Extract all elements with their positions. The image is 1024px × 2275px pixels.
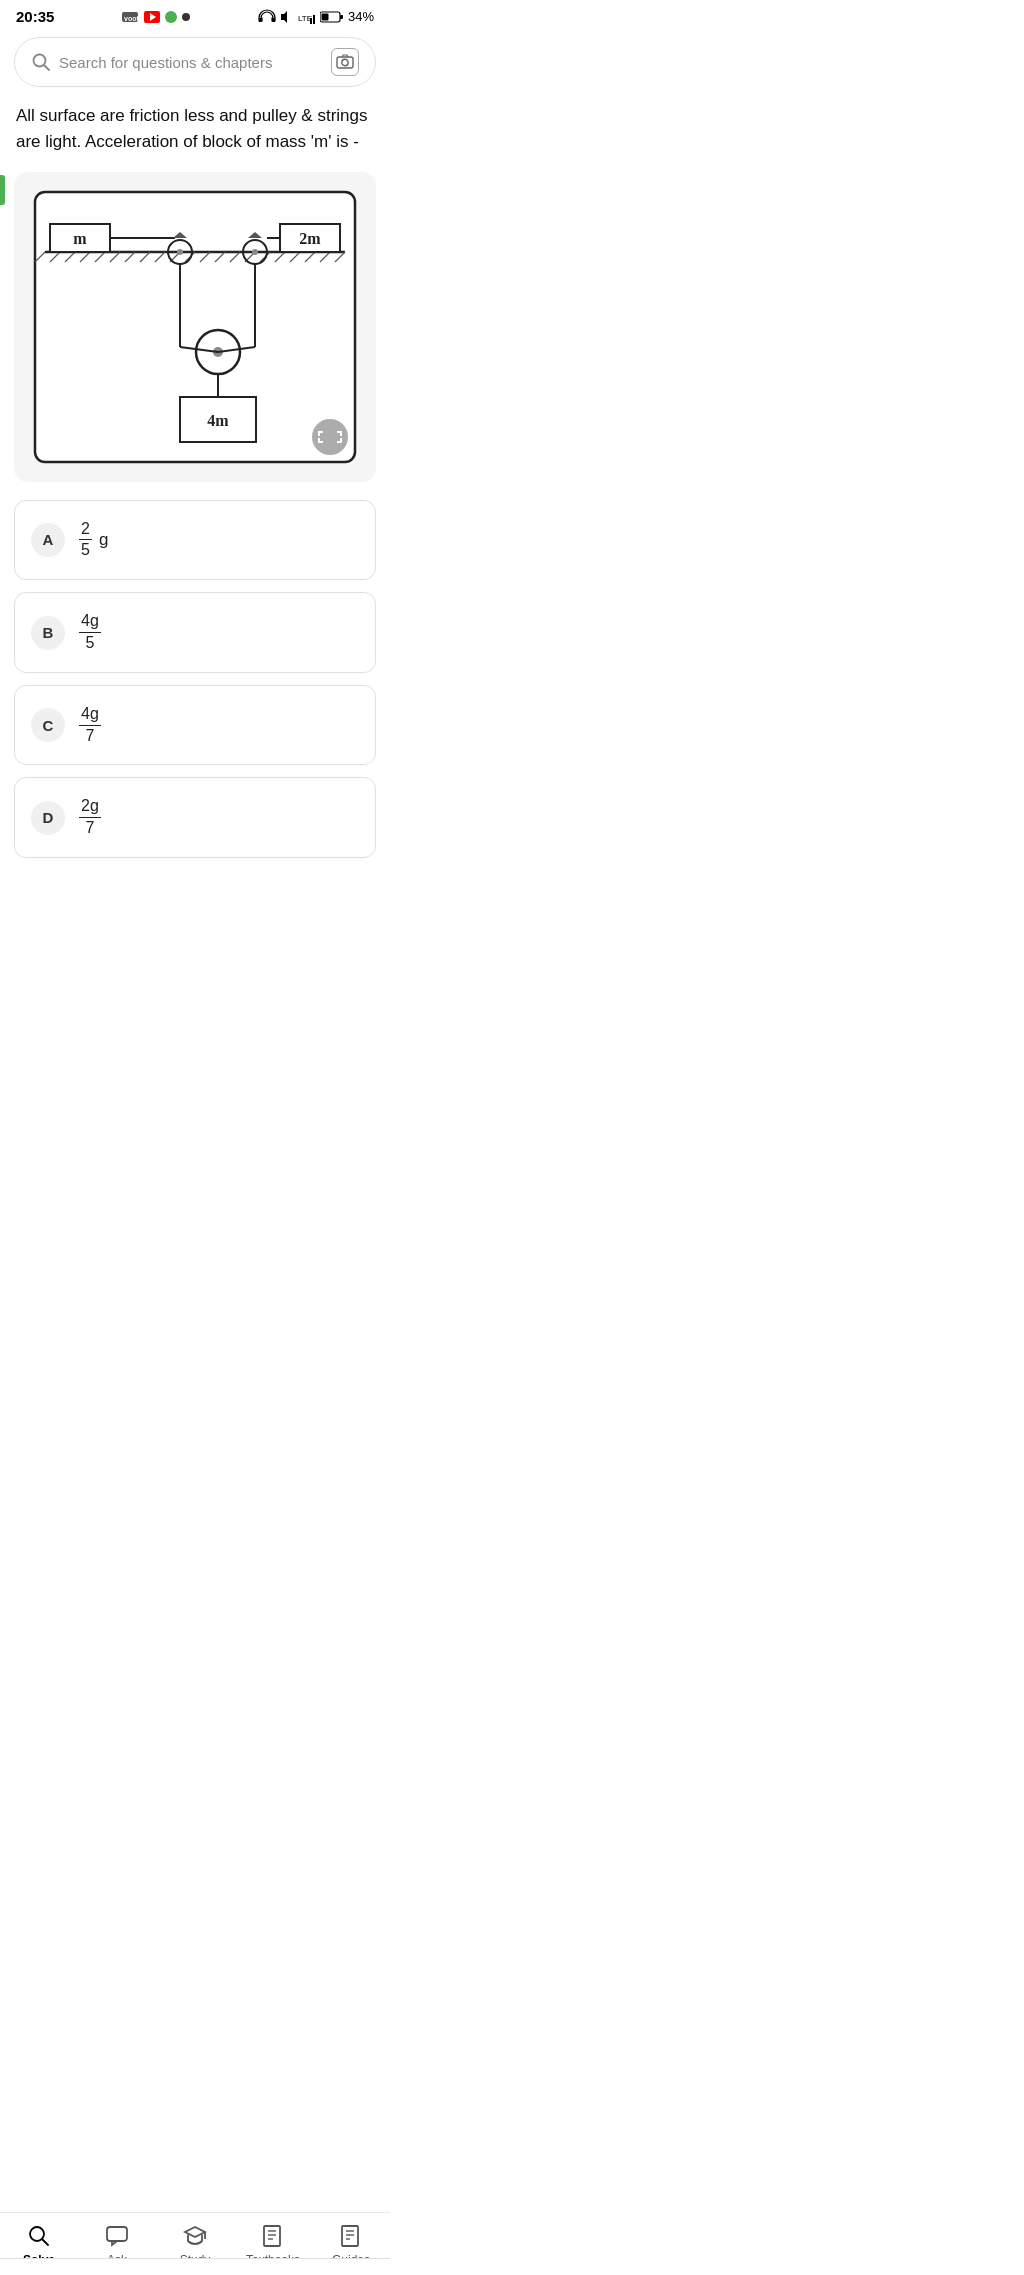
notification-dot <box>182 13 190 21</box>
camera-icon <box>336 54 354 70</box>
svg-point-51 <box>252 249 258 255</box>
status-time: 20:35 <box>16 8 54 25</box>
svg-text:voot: voot <box>124 15 139 22</box>
camera-search-button[interactable] <box>331 48 359 76</box>
option-d-content: 2g 7 <box>79 796 101 839</box>
option-a-content: 2 5 g <box>79 519 108 562</box>
svg-text:4m: 4m <box>207 412 229 429</box>
option-d-badge: D <box>31 801 65 835</box>
option-a-card[interactable]: A 2 5 g <box>14 500 376 581</box>
search-left: Search for questions & chapters <box>31 52 272 72</box>
svg-rect-12 <box>340 15 343 19</box>
svg-text:2m: 2m <box>299 230 321 247</box>
svg-rect-6 <box>272 18 275 22</box>
option-c-content: 4g 7 <box>79 704 101 747</box>
headphone-icon <box>258 9 276 25</box>
system-status-icons: LTE 34% <box>258 9 374 25</box>
option-d-card[interactable]: D 2g 7 <box>14 777 376 858</box>
svg-text:m: m <box>73 230 87 247</box>
svg-point-62 <box>312 419 348 455</box>
status-bar: 20:35 voot LTE <box>0 0 390 29</box>
app-icon-3 <box>164 10 178 24</box>
fraction-2-5: 2 5 <box>79 519 92 562</box>
signal-icon: LTE <box>298 10 316 24</box>
svg-rect-9 <box>310 18 312 24</box>
option-a-badge: A <box>31 523 65 557</box>
search-icon <box>31 52 51 72</box>
voot-icon: voot <box>122 10 140 24</box>
diagram-svg-wrapper: m 2m <box>24 182 366 472</box>
option-b-badge: B <box>31 616 65 650</box>
option-c-badge: C <box>31 708 65 742</box>
svg-rect-13 <box>321 13 328 20</box>
svg-marker-7 <box>281 11 287 23</box>
option-a-fraction: 2 5 g <box>79 519 108 562</box>
left-indicator <box>0 175 5 205</box>
svg-text:LTE: LTE <box>298 14 312 23</box>
battery-icon <box>320 10 344 24</box>
option-c-card[interactable]: C 4g 7 <box>14 685 376 766</box>
fraction-4g-5: 4g 5 <box>79 611 101 654</box>
svg-rect-5 <box>259 18 262 22</box>
physics-diagram: m 2m <box>14 172 376 482</box>
fraction-4g-7: 4g 7 <box>79 704 101 747</box>
svg-point-47 <box>177 249 183 255</box>
battery-percent: 34% <box>348 9 374 24</box>
status-app-icons: voot <box>122 10 190 24</box>
option-b-content: 4g 5 <box>79 611 101 654</box>
option-b-card[interactable]: B 4g 5 <box>14 592 376 673</box>
svg-point-4 <box>165 11 177 23</box>
svg-line-15 <box>44 65 49 70</box>
fraction-2g-7: 2g 7 <box>79 796 101 839</box>
pulley-diagram: m 2m <box>25 182 365 472</box>
search-bar[interactable]: Search for questions & chapters <box>14 37 376 87</box>
svg-rect-10 <box>313 15 315 24</box>
search-placeholder: Search for questions & chapters <box>59 54 272 71</box>
youtube-icon <box>144 10 160 24</box>
question-text: All surface are friction less and pulley… <box>0 99 390 172</box>
svg-point-17 <box>342 59 348 65</box>
main-content: All surface are friction less and pulley… <box>0 99 390 990</box>
volume-icon <box>280 10 294 24</box>
